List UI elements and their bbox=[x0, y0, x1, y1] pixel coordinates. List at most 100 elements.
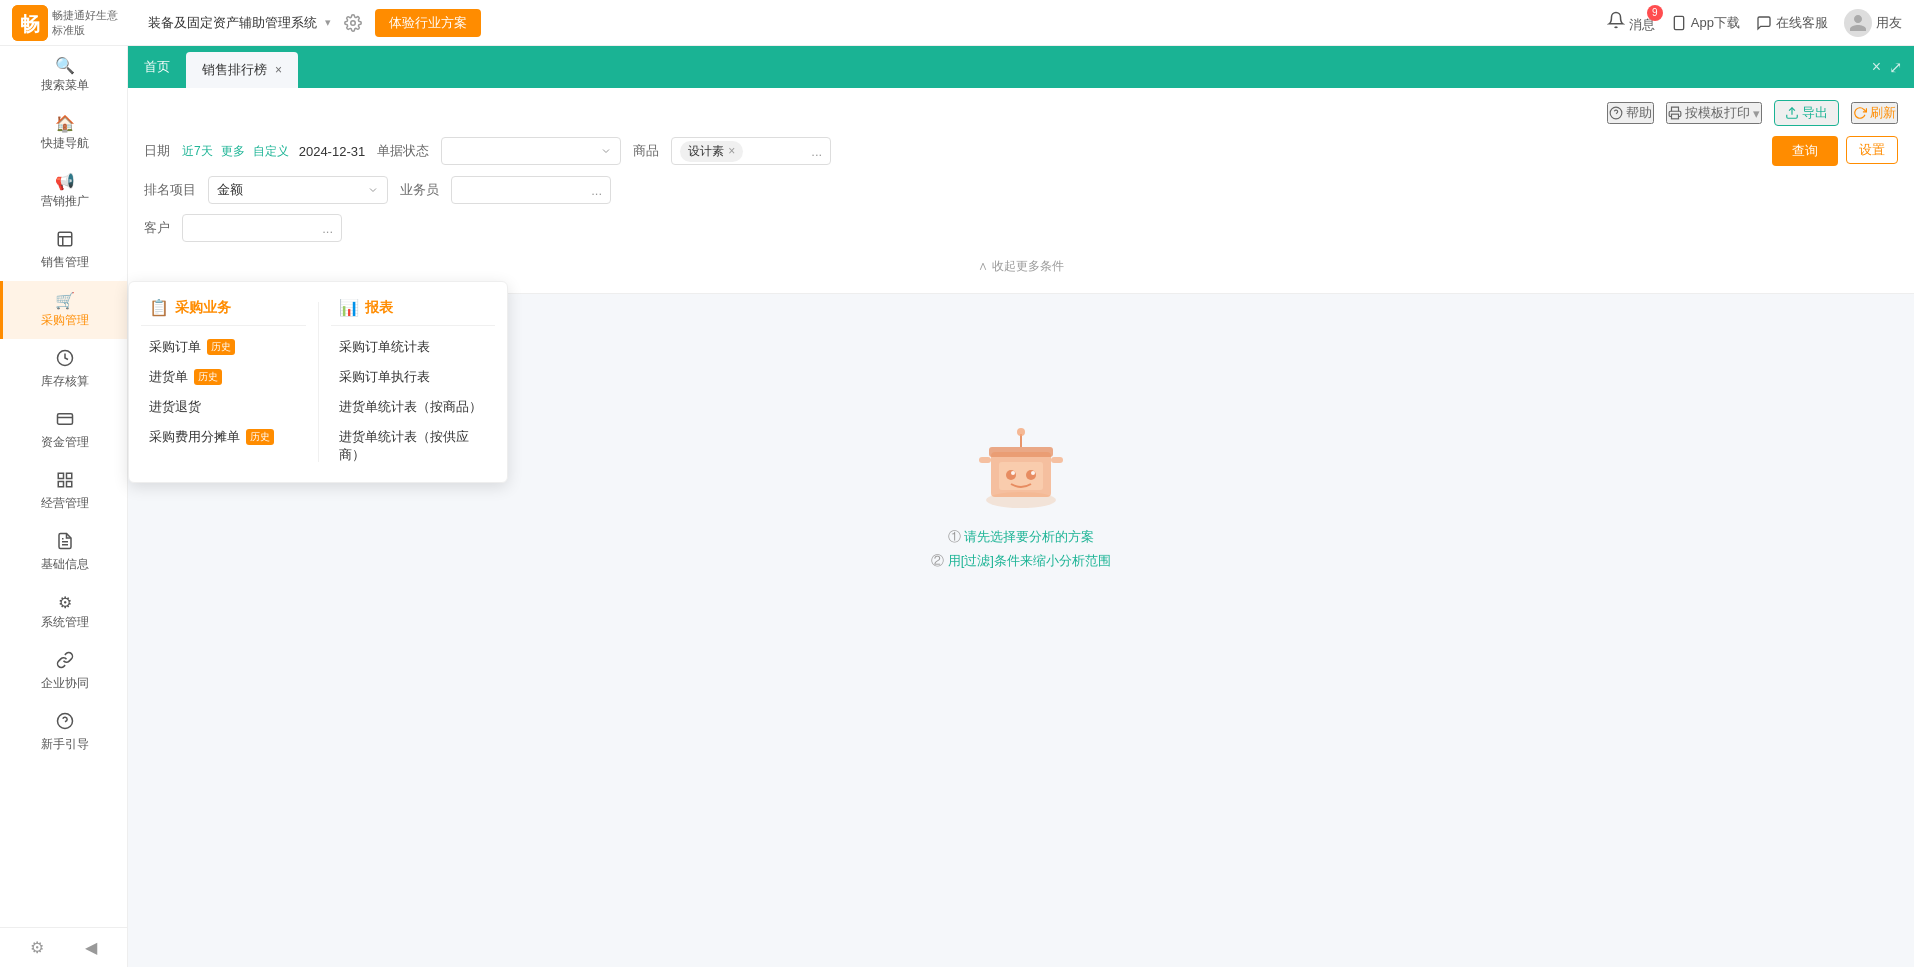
purchase-report-title: 📊 报表 bbox=[331, 294, 496, 326]
menu-item-purchase-order-exec[interactable]: 采购订单执行表 bbox=[331, 362, 496, 392]
purchase-expense-label: 采购费用分摊单 bbox=[149, 428, 240, 446]
sidebar-item-marketing[interactable]: 📢 营销推广 bbox=[0, 162, 127, 220]
svg-point-30 bbox=[1031, 471, 1035, 475]
refresh-btn[interactable]: 刷新 bbox=[1851, 102, 1898, 124]
system-dropdown-arrow[interactable]: ▾ bbox=[325, 16, 331, 29]
bill-status-label: 单据状态 bbox=[377, 142, 429, 160]
sidebar-item-enterprise[interactable]: 企业协同 bbox=[0, 641, 127, 702]
purchase-dropdown-menu: 📋 采购业务 采购订单 历史 进货单 历史 进货退货 bbox=[128, 281, 508, 483]
sidebar-label-inventory: 库存核算 bbox=[41, 373, 89, 390]
sidebar-label-purchase: 采购管理 bbox=[41, 312, 89, 329]
svg-rect-13 bbox=[67, 482, 72, 487]
notification-count: 9 bbox=[1647, 5, 1663, 21]
goods-tag: 设计素 × bbox=[680, 141, 743, 162]
system-title: 装备及固定资产辅助管理系统 bbox=[148, 14, 317, 32]
settings-btn[interactable]: 设置 bbox=[1846, 136, 1898, 164]
export-btn[interactable]: 导出 bbox=[1774, 100, 1839, 126]
goods-label: 商品 bbox=[633, 142, 659, 160]
sidebar-bottom: ⚙ ◀ bbox=[0, 927, 127, 967]
sidebar-label-marketing: 营销推广 bbox=[41, 193, 89, 210]
svg-text:畅: 畅 bbox=[20, 13, 40, 35]
help-btn[interactable]: 帮助 bbox=[1607, 102, 1654, 124]
operations-icon bbox=[56, 471, 74, 493]
hist-badge-stock-in: 历史 bbox=[194, 369, 222, 385]
menu-item-stock-stats-supplier[interactable]: 进货单统计表（按供应商） bbox=[331, 422, 496, 470]
avatar bbox=[1844, 9, 1872, 37]
purchase-report-col: 📊 报表 采购订单统计表 采购订单执行表 进货单统计表（按商品） bbox=[319, 294, 508, 470]
inventory-icon bbox=[56, 349, 74, 371]
rank-item-select[interactable]: 金额 bbox=[208, 176, 388, 204]
menu-item-purchase-order[interactable]: 采购订单 历史 bbox=[141, 332, 306, 362]
empty-illustration bbox=[961, 412, 1081, 512]
app-download-btn[interactable]: App下载 bbox=[1671, 14, 1740, 32]
sidebar-item-inventory[interactable]: 库存核算 bbox=[0, 339, 127, 400]
tab-home[interactable]: 首页 bbox=[128, 46, 186, 88]
goods-select[interactable]: 设计素 × ... bbox=[671, 137, 831, 165]
svg-rect-33 bbox=[979, 457, 991, 463]
customer-label: 客户 bbox=[144, 219, 170, 237]
query-btn[interactable]: 查询 bbox=[1772, 136, 1838, 166]
sidebar-label-search: 搜索菜单 bbox=[41, 77, 89, 94]
sidebar-item-beginner[interactable]: 新手引导 bbox=[0, 702, 127, 763]
svg-point-2 bbox=[351, 20, 356, 25]
svg-rect-34 bbox=[1051, 457, 1063, 463]
hist-badge-expense: 历史 bbox=[246, 429, 274, 445]
tab-sales-rank[interactable]: 销售排行榜 × bbox=[186, 52, 298, 88]
tab-bar-right: × ⤢ bbox=[1872, 58, 1914, 77]
empty-line2: ② 用[过滤]条件来缩小分析范围 bbox=[931, 552, 1111, 570]
sales-icon bbox=[56, 230, 74, 252]
stock-stats-goods-label: 进货单统计表（按商品） bbox=[339, 398, 482, 416]
print-btn[interactable]: 按模板打印 ▾ bbox=[1666, 102, 1762, 124]
menu-item-stock-in[interactable]: 进货单 历史 bbox=[141, 362, 306, 392]
goods-tag-close[interactable]: × bbox=[728, 144, 735, 158]
tab-home-label: 首页 bbox=[144, 58, 170, 76]
sidebar-item-purchase[interactable]: 🛒 采购管理 📋 采购业务 采购订单 历史 进货单 bbox=[0, 281, 127, 339]
sidebar-item-basic-info[interactable]: 基础信息 bbox=[0, 522, 127, 583]
sidebar-settings-btn[interactable]: ⚙ bbox=[30, 938, 44, 957]
sidebar-collapse-btn[interactable]: ◀ bbox=[85, 938, 97, 957]
purchase-biz-title: 📋 采购业务 bbox=[141, 294, 306, 326]
menu-item-purchase-expense[interactable]: 采购费用分摊单 历史 bbox=[141, 422, 306, 452]
sidebar-item-sales[interactable]: 销售管理 bbox=[0, 220, 127, 281]
tab-sales-rank-label: 销售排行榜 bbox=[202, 61, 267, 79]
tab-close-icon[interactable]: × bbox=[275, 63, 282, 77]
sidebar-item-finance[interactable]: 资金管理 bbox=[0, 400, 127, 461]
tab-fullscreen-btn[interactable]: ⤢ bbox=[1889, 58, 1902, 77]
sidebar-item-quick-nav[interactable]: 🏠 快捷导航 bbox=[0, 104, 127, 162]
sidebar-label-enterprise: 企业协同 bbox=[41, 675, 89, 692]
online-service-label: 在线客服 bbox=[1776, 14, 1828, 32]
user-area[interactable]: 用友 bbox=[1844, 9, 1902, 37]
salesperson-label: 业务员 bbox=[400, 181, 439, 199]
menu-item-purchase-order-stats[interactable]: 采购订单统计表 bbox=[331, 332, 496, 362]
sidebar-item-operations[interactable]: 经营管理 bbox=[0, 461, 127, 522]
home-icon: 🏠 bbox=[55, 114, 75, 133]
menu-item-stock-return[interactable]: 进货退货 bbox=[141, 392, 306, 422]
empty-line1: ① 请先选择要分析的方案 bbox=[948, 528, 1095, 546]
help-label: 帮助 bbox=[1626, 104, 1652, 122]
notification-btn[interactable]: 消息 9 bbox=[1607, 11, 1655, 34]
tab-close-btn[interactable]: × bbox=[1872, 58, 1881, 76]
svg-rect-11 bbox=[58, 473, 63, 478]
empty-bullet2: ② bbox=[931, 553, 948, 568]
salesperson-select[interactable]: ... bbox=[451, 176, 611, 204]
industry-btn[interactable]: 体验行业方案 bbox=[375, 9, 481, 37]
sidebar-item-search[interactable]: 🔍 搜索菜单 bbox=[0, 46, 127, 104]
date-quick-7days[interactable]: 近7天 bbox=[182, 143, 213, 160]
app-download-label: App下载 bbox=[1691, 14, 1740, 32]
date-more[interactable]: 更多 bbox=[221, 143, 245, 160]
content-area: 首页 销售排行榜 × × ⤢ bbox=[128, 46, 1914, 967]
online-service-btn[interactable]: 在线客服 bbox=[1756, 14, 1828, 32]
sidebar: 🔍 搜索菜单 🏠 快捷导航 📢 营销推广 销售管理 🛒 采购管理 bbox=[0, 46, 128, 967]
customer-select[interactable]: ... bbox=[182, 214, 342, 242]
menu-item-stock-stats-goods[interactable]: 进货单统计表（按商品） bbox=[331, 392, 496, 422]
bill-status-select[interactable] bbox=[441, 137, 621, 165]
collapse-btn[interactable]: ∧ 收起更多条件 bbox=[144, 252, 1898, 281]
date-custom[interactable]: 自定义 bbox=[253, 143, 289, 160]
sidebar-label-quick-nav: 快捷导航 bbox=[41, 135, 89, 152]
rank-item-label: 排名项目 bbox=[144, 181, 196, 199]
enterprise-icon bbox=[56, 651, 74, 673]
sidebar-item-system[interactable]: ⚙ 系统管理 bbox=[0, 583, 127, 641]
stock-return-label: 进货退货 bbox=[149, 398, 201, 416]
date-end: 2024-12-31 bbox=[299, 144, 366, 159]
settings-icon-btn[interactable] bbox=[339, 9, 367, 37]
